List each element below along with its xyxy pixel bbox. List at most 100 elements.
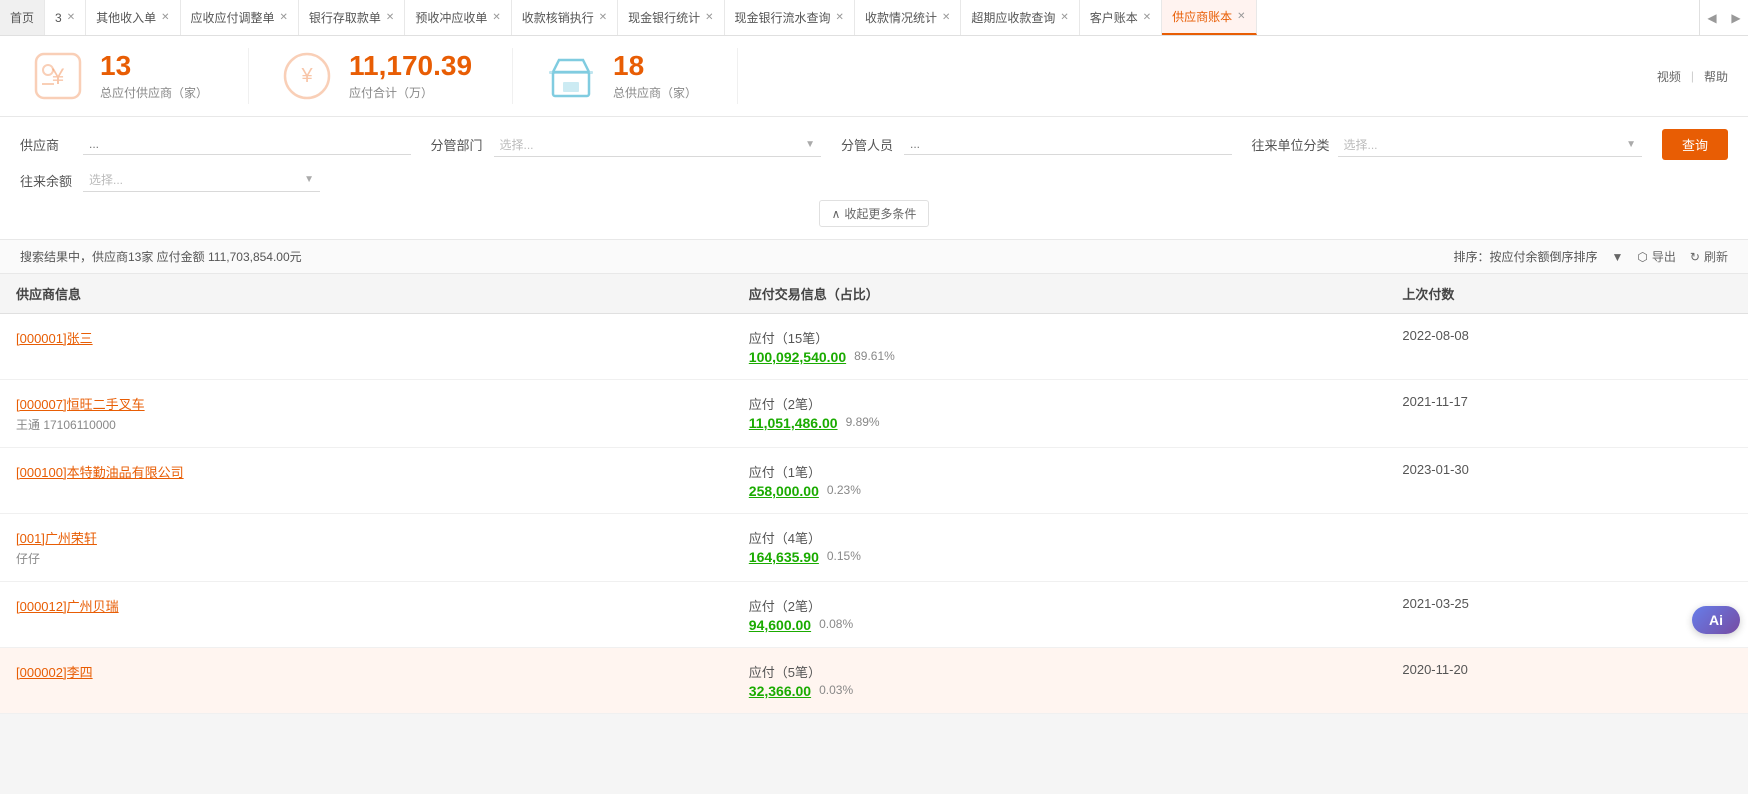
last-payment-cell: 2021-11-17 xyxy=(1386,380,1748,448)
category-label: 往来单位分类 xyxy=(1252,135,1330,154)
search-button[interactable]: 查询 xyxy=(1662,129,1728,160)
nav-tab-supplier-account[interactable]: 供应商账本 ✕ xyxy=(1162,0,1256,35)
refresh-button[interactable]: ↻ 刷新 xyxy=(1690,248,1728,265)
txn-label: 应付（1笔） xyxy=(749,462,1371,481)
close-icon[interactable]: ✕ xyxy=(1060,12,1068,23)
last-payment-date: 2023-01-30 xyxy=(1402,462,1469,477)
close-icon[interactable]: ✕ xyxy=(280,12,288,23)
supplier-link[interactable]: [000100]本特勤油品有限公司 xyxy=(16,465,184,480)
nav-tab-3[interactable]: 3 ✕ xyxy=(45,0,86,35)
txn-amount[interactable]: 11,051,486.00 xyxy=(749,415,838,431)
nav-tab-cash-bank-flow[interactable]: 现金银行流水查询 ✕ xyxy=(725,0,855,35)
supplier-link[interactable]: [000001]张三 xyxy=(16,331,93,346)
table-row: [000012]广州贝瑞应付（2笔）94,600.000.08%2021-03-… xyxy=(0,582,1748,648)
help-link[interactable]: 帮助 xyxy=(1704,68,1728,85)
close-icon[interactable]: ✕ xyxy=(1237,11,1245,22)
ai-badge[interactable]: Ai xyxy=(1692,606,1740,634)
balance-select[interactable]: 选择... ▼ xyxy=(83,168,320,192)
txn-amount[interactable]: 164,635.90 xyxy=(749,549,819,565)
chevron-down-icon: ▼ xyxy=(805,139,815,150)
summary-card3-content: 18 总供应商（家） xyxy=(613,51,697,102)
close-icon[interactable]: ✕ xyxy=(1143,12,1151,23)
export-icon: ⬡ xyxy=(1637,250,1647,264)
collapse-button[interactable]: ∧ 收起更多条件 xyxy=(819,200,930,227)
category-select[interactable]: 选择... ▼ xyxy=(1338,133,1642,157)
txn-cell: 应付（15笔）100,092,540.0089.61% xyxy=(733,314,1387,380)
table-row: [001]广州荣轩仔仔应付（4笔）164,635.900.15% xyxy=(0,514,1748,582)
summary-card-payable-amount: ¥ 11,170.39 应付合计（万） xyxy=(269,48,513,104)
supplier-link[interactable]: [000012]广州贝瑞 xyxy=(16,599,119,614)
close-icon[interactable]: ✕ xyxy=(492,12,500,23)
filter-row-2: 往来余额 选择... ▼ xyxy=(20,168,1728,192)
chevron-down-icon: ▼ xyxy=(1626,139,1636,150)
supplier-link[interactable]: [000002]李四 xyxy=(16,665,93,680)
last-payment-date: 2021-03-25 xyxy=(1402,596,1469,611)
supplier-sub: 王通 17106110000 xyxy=(16,416,717,433)
close-icon[interactable]: ✕ xyxy=(161,12,169,23)
nav-tab-customer-account[interactable]: 客户账本 ✕ xyxy=(1080,0,1162,35)
sort-down-icon: ▼ xyxy=(1612,250,1624,264)
results-summary: 搜索结果中，供应商13家 应付金额 111,703,854.00元 xyxy=(20,248,302,265)
txn-pct: 9.89% xyxy=(846,415,880,429)
close-icon[interactable]: ✕ xyxy=(386,12,394,23)
nav-tab-receivable-adjust-label: 应收应付调整单 xyxy=(191,9,275,26)
table-row: [000001]张三应付（15笔）100,092,540.0089.61%202… xyxy=(0,314,1748,380)
table-row: [000100]本特勤油品有限公司应付（1笔）258,000.000.23%20… xyxy=(0,448,1748,514)
txn-amount[interactable]: 100,092,540.00 xyxy=(749,349,846,365)
category-placeholder: 选择... xyxy=(1344,136,1378,153)
top-nav: 首页 3 ✕ 其他收入单 ✕ 应收应付调整单 ✕ 银行存取款单 ✕ 预收冲应收单… xyxy=(0,0,1748,36)
supplier-link[interactable]: [001]广州荣轩 xyxy=(16,531,97,546)
nav-tab-receipt-stat[interactable]: 收款情况统计 ✕ xyxy=(855,0,961,35)
last-payment-cell: 2023-01-30 xyxy=(1386,448,1748,514)
supplier-cell: [000001]张三 xyxy=(0,314,733,380)
nav-tab-home[interactable]: 首页 xyxy=(0,0,45,35)
sort-label: 排序：按应付余额倒序排序 xyxy=(1454,248,1598,265)
txn-amount[interactable]: 258,000.00 xyxy=(749,483,819,499)
dept-select[interactable]: 选择... ▼ xyxy=(494,133,822,157)
nav-tab-receipt-verify[interactable]: 收款核销执行 ✕ xyxy=(512,0,618,35)
txn-amount[interactable]: 94,600.00 xyxy=(749,617,811,633)
person-input[interactable] xyxy=(904,134,1232,155)
summary-card-total-suppliers: 18 总供应商（家） xyxy=(533,48,738,104)
payable-suppliers-icon: ¥ xyxy=(30,48,86,104)
export-label: 导出 xyxy=(1652,248,1676,265)
col-txn-info: 应付交易信息（占比） xyxy=(733,274,1387,314)
nav-tab-receipt-stat-label: 收款情况统计 xyxy=(865,9,937,26)
supplier-link[interactable]: [000007]恒旺二手叉车 xyxy=(16,397,145,412)
last-payment-cell: 2022-08-08 xyxy=(1386,314,1748,380)
total-suppliers-label: 总供应商（家） xyxy=(613,84,697,101)
nav-tab-receipt-verify-label: 收款核销执行 xyxy=(522,9,594,26)
nav-tab-advance-receipt-label: 预收冲应收单 xyxy=(415,9,487,26)
balance-placeholder: 选择... xyxy=(89,171,123,188)
close-icon[interactable]: ✕ xyxy=(942,12,950,23)
balance-label: 往来余额 xyxy=(20,171,75,190)
nav-tab-receivable-adjust[interactable]: 应收应付调整单 ✕ xyxy=(181,0,299,35)
supplier-input[interactable] xyxy=(83,134,411,155)
last-payment-cell: 2020-11-20 xyxy=(1386,648,1748,714)
nav-tab-advance-receipt[interactable]: 预收冲应收单 ✕ xyxy=(405,0,511,35)
video-link[interactable]: 视频 xyxy=(1657,68,1681,85)
filter-supplier: 供应商 xyxy=(20,134,411,155)
txn-pct: 89.61% xyxy=(854,349,895,363)
nav-tab-overdue-query[interactable]: 超期应收款查询 ✕ xyxy=(961,0,1079,35)
dept-label: 分管部门 xyxy=(431,135,486,154)
nav-tab-bank-deposit[interactable]: 银行存取款单 ✕ xyxy=(299,0,405,35)
close-icon[interactable]: ✕ xyxy=(705,12,713,23)
close-icon[interactable]: ✕ xyxy=(836,12,844,23)
payable-suppliers-label: 总应付供应商（家） xyxy=(100,84,208,101)
txn-cell: 应付（1笔）258,000.000.23% xyxy=(733,448,1387,514)
close-icon[interactable]: ✕ xyxy=(599,12,607,23)
nav-next-arrow[interactable]: ▶ xyxy=(1724,0,1748,36)
close-icon[interactable]: ✕ xyxy=(67,12,75,23)
nav-tab-cash-bank-flow-label: 现金银行流水查询 xyxy=(735,9,831,26)
export-button[interactable]: ⬡ 导出 xyxy=(1637,248,1676,265)
nav-tab-other-income[interactable]: 其他收入单 ✕ xyxy=(86,0,180,35)
last-payment-cell xyxy=(1386,514,1748,582)
nav-tab-cash-bank-stat[interactable]: 现金银行统计 ✕ xyxy=(618,0,724,35)
nav-tab-overdue-query-label: 超期应收款查询 xyxy=(971,9,1055,26)
txn-amount[interactable]: 32,366.00 xyxy=(749,683,811,699)
last-payment-date: 2020-11-20 xyxy=(1402,662,1468,677)
nav-tab-other-income-label: 其他收入单 xyxy=(96,9,156,26)
nav-prev-arrow[interactable]: ◀ xyxy=(1700,0,1724,36)
txn-pct: 0.08% xyxy=(819,617,853,631)
